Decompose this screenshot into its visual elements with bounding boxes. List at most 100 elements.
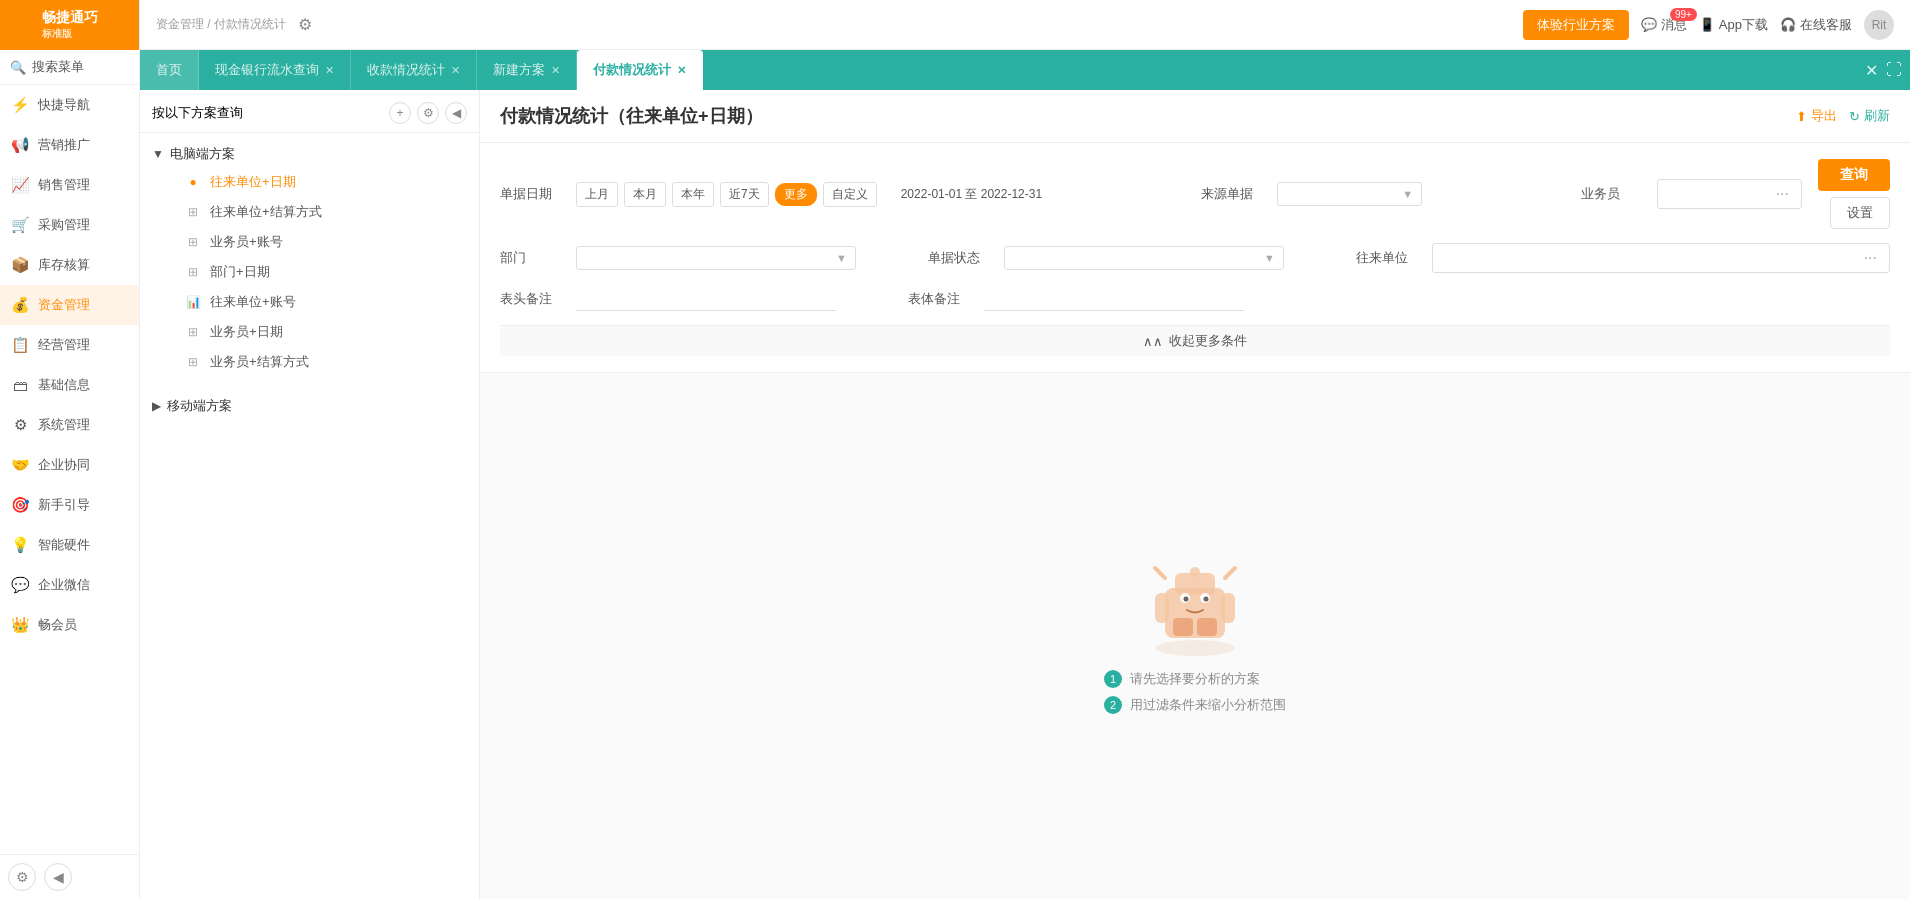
sidebar-item-operations[interactable]: 📋 经营管理 [0,325,139,365]
schema-item-salesman-date[interactable]: ⊞ 业务员+日期 [152,317,467,347]
chevron-up-icon: ∧∧ [1143,334,1163,349]
date-last-month-btn[interactable]: 上月 [576,182,618,207]
filter-row-2: 部门 ▼ 单据状态 ▼ 往来单位 ··· [500,243,1890,273]
tab-close-icon[interactable]: ✕ [325,64,334,77]
sidebar-item-marketing[interactable]: 📢 营销推广 [0,125,139,165]
schema-item-salesman-payment[interactable]: ⊞ 业务员+结算方式 [152,347,467,377]
sidebar-item-inventory[interactable]: 📦 库存核算 [0,245,139,285]
schema-item-counterpart-payment[interactable]: ⊞ 往来单位+结算方式 [152,197,467,227]
table-header-note-input[interactable] [576,287,836,311]
tab-receipt-stats[interactable]: 收款情况统计 ✕ [351,50,477,90]
schema-item-counterpart-date[interactable]: ● 往来单位+日期 [152,167,467,197]
tab-cash-flow[interactable]: 现金银行流水查询 ✕ [199,50,351,90]
sidebar-item-system[interactable]: ⚙ 系统管理 [0,405,139,445]
system-icon: ⚙ [10,415,30,435]
right-panel: 付款情况统计（往来单位+日期） ⬆ 导出 ↻ 刷新 单据日期 [480,90,1910,899]
sidebar-label: 基础信息 [38,376,90,394]
tab-close-icon[interactable]: ✕ [451,64,460,77]
page-title: 付款情况统计（往来单位+日期） [500,104,763,128]
dept-select[interactable]: ▼ [576,246,856,270]
add-schema-btn[interactable]: + [389,102,411,124]
schema-item-dept-date[interactable]: ⊞ 部门+日期 [152,257,467,287]
guide-icon: 🎯 [10,495,30,515]
query-btn[interactable]: 查询 [1818,159,1890,191]
empty-tips: 1 请先选择要分析的方案 2 用过滤条件来缩小分析范围 [1104,670,1286,714]
sidebar-item-hardware[interactable]: 💡 智能硬件 [0,525,139,565]
message-btn[interactable]: 💬 消息 99+ [1641,16,1687,34]
sidebar-item-finance[interactable]: 💰 资金管理 [0,285,139,325]
sidebar-item-sales[interactable]: 📈 销售管理 [0,165,139,205]
date-7days-btn[interactable]: 近7天 [720,182,769,207]
tab-payment-stats[interactable]: 付款情况统计 ✕ [577,50,703,90]
sidebar-item-member[interactable]: 👑 畅会员 [0,605,139,645]
expand-tabs-btn[interactable]: ⛶ [1886,61,1902,79]
search-label: 搜索菜单 [32,58,84,76]
sidebar-collapse-btn[interactable]: ◀ [44,863,72,891]
sidebar-settings-btn[interactable]: ⚙ [8,863,36,891]
collapse-left-panel-btn[interactable]: ◀ [445,102,467,124]
tip1-text: 请先选择要分析的方案 [1130,670,1260,688]
left-panel: 按以下方案查询 + ⚙ ◀ ▼ 电脑端方案 ● 往来单位+日期 ⊞ [140,90,480,899]
close-all-tabs-btn[interactable]: ✕ [1865,61,1878,80]
settings-icon[interactable]: ⚙ [298,15,312,34]
schema-item-counterpart-account[interactable]: 📊 往来单位+账号 [152,287,467,317]
sidebar-item-quick-nav[interactable]: ⚡ 快捷导航 [0,85,139,125]
schema-group-mobile: ▶ 移动端方案 [140,385,479,427]
settings-schema-btn[interactable]: ⚙ [417,102,439,124]
trial-btn[interactable]: 体验行业方案 [1523,10,1629,40]
active-schema-icon: ● [184,173,202,191]
date-more-btn[interactable]: 更多 [775,183,817,206]
source-select[interactable]: ▼ [1277,182,1422,206]
date-this-month-btn[interactable]: 本月 [624,182,666,207]
export-btn[interactable]: ⬆ 导出 [1796,107,1837,125]
schema-group-mobile-header[interactable]: ▶ 移动端方案 [152,393,467,419]
setting-btn[interactable]: 设置 [1830,197,1890,229]
schema-item-salesman-account[interactable]: ⊞ 业务员+账号 [152,227,467,257]
date-custom-btn[interactable]: 自定义 [823,182,877,207]
hardware-icon: 💡 [10,535,30,555]
svg-rect-4 [1173,618,1193,636]
filter-actions: 查询 设置 [1818,159,1890,229]
tab-close-icon[interactable]: ✕ [677,64,686,77]
schema-item-label: 往来单位+日期 [210,173,296,191]
schema-group-desktop-header[interactable]: ▼ 电脑端方案 [152,141,467,167]
tab-bar: 首页 现金银行流水查询 ✕ 收款情况统计 ✕ 新建方案 ✕ 付款情况统计 ✕ ✕… [140,50,1910,90]
search-menu-item[interactable]: 🔍 搜索菜单 [0,50,139,85]
empty-state: 1 请先选择要分析的方案 2 用过滤条件来缩小分析范围 [480,373,1910,899]
sidebar-item-guide[interactable]: 🎯 新手引导 [0,485,139,525]
tab-label: 现金银行流水查询 [215,61,319,79]
sales-icon: 📈 [10,175,30,195]
table-schema-icon: ⊞ [184,233,202,251]
topbar: 资金管理 / 付款情况统计 ⚙ 体验行业方案 💬 消息 99+ 📱 App下载 … [140,0,1910,50]
counterpart-dots-btn[interactable]: ··· [1860,249,1881,267]
sidebar-label: 营销推广 [38,136,90,154]
date-group: 上月 本月 本年 近7天 更多 自定义 [576,182,877,207]
left-panel-header: 按以下方案查询 + ⚙ ◀ [140,90,479,133]
voucher-status-select[interactable]: ▼ [1004,246,1284,270]
sidebar-item-basic-info[interactable]: 🗃 基础信息 [0,365,139,405]
date-this-year-btn[interactable]: 本年 [672,182,714,207]
user-avatar[interactable]: Rit [1864,10,1894,40]
tab-label: 付款情况统计 [593,61,671,79]
quick-nav-icon: ⚡ [10,95,30,115]
collapse-conditions-btn[interactable]: ∧∧ 收起更多条件 [500,325,1890,356]
counterpart-select[interactable]: ··· [1432,243,1890,273]
sidebar-item-collab[interactable]: 🤝 企业协同 [0,445,139,485]
tab-home[interactable]: 首页 [140,50,199,90]
sidebar-item-purchase[interactable]: 🛒 采购管理 [0,205,139,245]
left-panel-title: 按以下方案查询 [152,104,243,122]
refresh-icon: ↻ [1849,109,1860,124]
salesman-select[interactable]: ··· [1657,179,1802,209]
sidebar-item-wechat[interactable]: 💬 企业微信 [0,565,139,605]
tab-close-icon[interactable]: ✕ [551,64,560,77]
schema-group-label: 移动端方案 [167,397,232,415]
app-download-btn[interactable]: 📱 App下载 [1699,16,1768,34]
online-service-btn[interactable]: 🎧 在线客服 [1780,16,1852,34]
refresh-btn[interactable]: ↻ 刷新 [1849,107,1890,125]
salesman-dots-btn[interactable]: ··· [1772,185,1793,203]
refresh-label: 刷新 [1864,107,1890,125]
schema-item-label: 业务员+日期 [210,323,283,341]
sidebar-label: 快捷导航 [38,96,90,114]
tab-new-plan[interactable]: 新建方案 ✕ [477,50,577,90]
table-body-note-input[interactable] [984,287,1244,311]
